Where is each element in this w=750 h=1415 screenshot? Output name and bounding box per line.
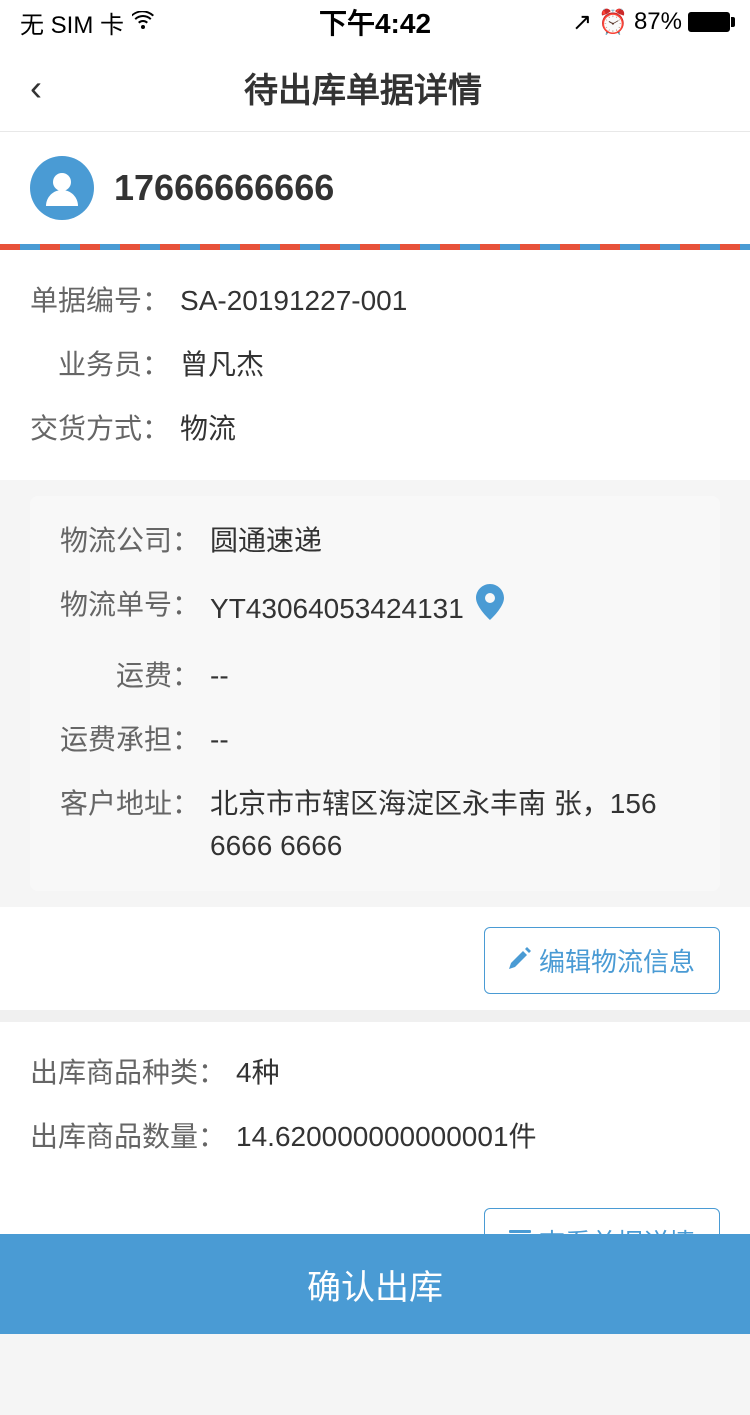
location-status-icon: ↗ — [572, 8, 592, 37]
doc-number-row: 单据编号： SA-20191227-001 — [30, 280, 720, 322]
sales-person-row: 业务员： 曾凡杰 — [30, 344, 720, 386]
logistics-company-label: 物流公司： — [60, 520, 200, 562]
freight-row: 运费： -- — [60, 655, 690, 697]
edit-logistics-label: 编辑物流信息 — [539, 942, 695, 979]
status-right: ↗ ⏰ 87% — [572, 8, 730, 37]
freight-label: 运费： — [60, 655, 200, 697]
battery-percent: 87% — [634, 8, 682, 36]
doc-number-label: 单据编号： — [30, 280, 170, 322]
user-phone: 17666666666 — [114, 167, 334, 209]
back-button[interactable]: ‹ — [30, 67, 42, 109]
document-info-section: 单据编号： SA-20191227-001 业务员： 曾凡杰 交货方式： 物流 — [0, 250, 750, 480]
product-quantity-value: 14.620000000000001件 — [226, 1116, 720, 1158]
tracking-location-icon[interactable] — [476, 584, 504, 633]
address-label: 客户地址： — [60, 783, 200, 825]
carrier-text: 无 SIM 卡 — [20, 5, 124, 40]
product-quantity-label: 出库商品数量： — [30, 1116, 226, 1158]
freight-value: -- — [200, 655, 690, 697]
delivery-method-value: 物流 — [170, 408, 720, 450]
avatar-icon — [42, 168, 82, 208]
status-bar: 无 SIM 卡 下午4:42 ↗ ⏰ 87% — [0, 0, 750, 44]
sales-person-label: 业务员： — [30, 344, 170, 386]
status-time: 下午4:42 — [319, 2, 431, 42]
bottom-bar: 确认出库 — [0, 1234, 750, 1334]
nav-bar: ‹ 待出库单据详情 — [0, 44, 750, 132]
logistics-company-value: 圆通速递 — [200, 520, 690, 562]
section-divider — [0, 1010, 750, 1022]
logistics-card: 物流公司： 圆通速递 物流单号： YT43064053424131 运费： --… — [30, 496, 720, 891]
address-value: 北京市市辖区海淀区永丰南 张，156 6666 6666 — [200, 783, 690, 867]
content-area: 17666666666 单据编号： SA-20191227-001 业务员： 曾… — [0, 132, 750, 1415]
delivery-method-row: 交货方式： 物流 — [30, 408, 720, 450]
product-type-value: 4种 — [226, 1052, 720, 1094]
alarm-icon: ⏰ — [598, 8, 628, 37]
delivery-method-label: 交货方式： — [30, 408, 170, 450]
product-quantity-row: 出库商品数量： 14.620000000000001件 — [30, 1116, 720, 1158]
product-type-row: 出库商品种类： 4种 — [30, 1052, 720, 1094]
address-row: 客户地址： 北京市市辖区海淀区永丰南 张，156 6666 6666 — [60, 783, 690, 867]
tracking-value: YT43064053424131 — [200, 584, 690, 633]
edit-logistics-button[interactable]: 编辑物流信息 — [484, 927, 720, 994]
edit-button-row: 编辑物流信息 — [0, 907, 750, 1010]
status-left: 无 SIM 卡 — [20, 5, 154, 40]
user-avatar — [30, 156, 94, 220]
tracking-label: 物流单号： — [60, 584, 200, 626]
battery-icon — [688, 12, 730, 32]
sales-person-value: 曾凡杰 — [170, 344, 720, 386]
product-section: 出库商品种类： 4种 出库商品数量： 14.620000000000001件 — [0, 1022, 750, 1188]
nav-title: 待出库单据详情 — [62, 63, 664, 112]
freight-bearer-label: 运费承担： — [60, 719, 200, 761]
wifi-icon — [132, 8, 154, 36]
freight-bearer-value: -- — [200, 719, 690, 761]
edit-icon — [509, 945, 531, 976]
doc-number-value: SA-20191227-001 — [170, 280, 720, 322]
confirm-outbound-button[interactable]: 确认出库 — [0, 1234, 750, 1334]
logistics-company-row: 物流公司： 圆通速递 — [60, 520, 690, 562]
user-section: 17666666666 — [0, 132, 750, 244]
freight-bearer-row: 运费承担： -- — [60, 719, 690, 761]
product-type-label: 出库商品种类： — [30, 1052, 226, 1094]
tracking-row: 物流单号： YT43064053424131 — [60, 584, 690, 633]
